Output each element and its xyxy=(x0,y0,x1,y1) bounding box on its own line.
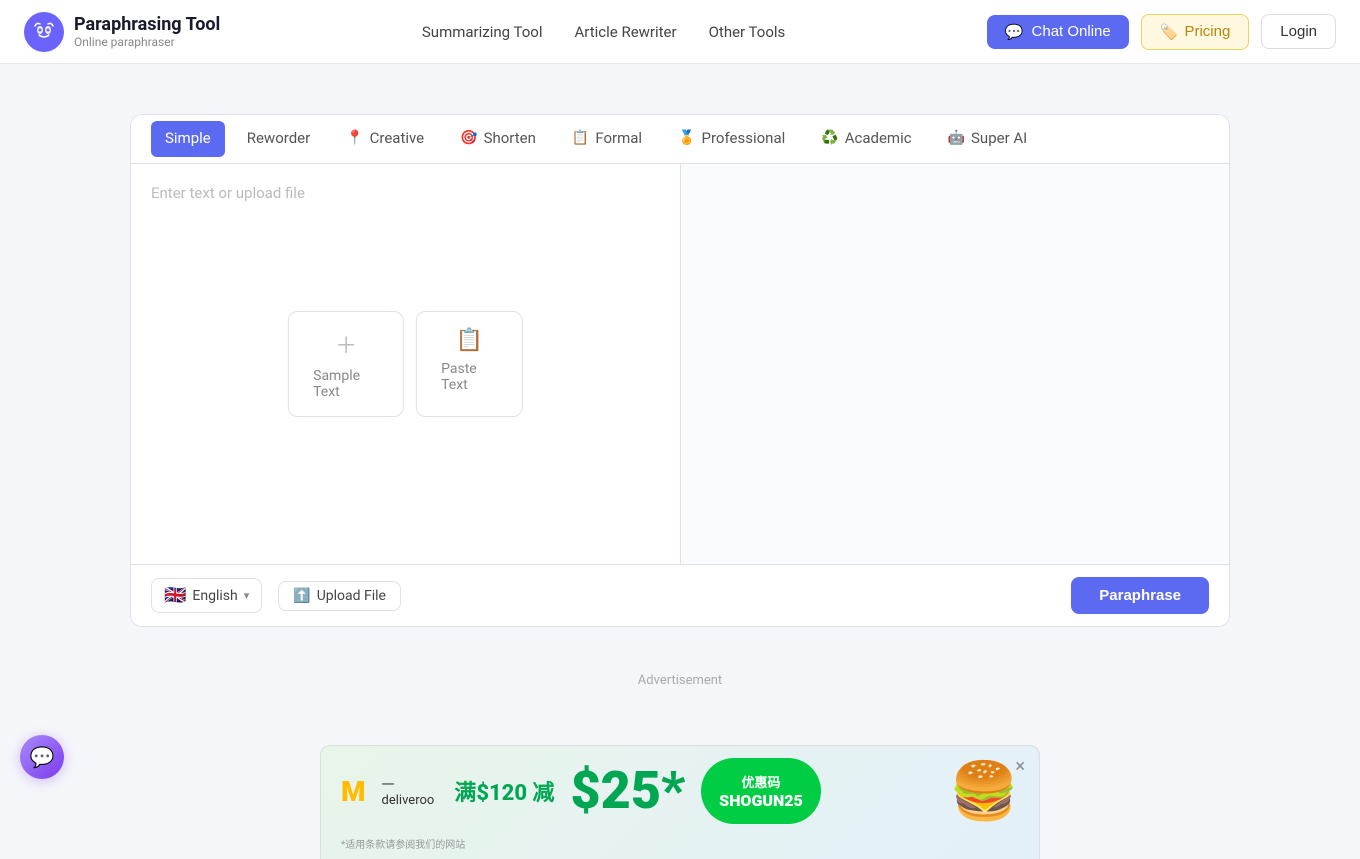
ad-badge-code: SHOGUN25 xyxy=(719,791,803,810)
ad-amount: $25* xyxy=(571,765,686,817)
tab-reworder[interactable]: Reworder xyxy=(229,115,328,163)
tab-professional[interactable]: 🏅 Professional xyxy=(660,115,803,163)
main-nav: Summarizing Tool Article Rewriter Other … xyxy=(422,23,785,41)
tab-shorten[interactable]: 🎯 Shorten xyxy=(442,115,554,163)
bottom-ad-inner: M 一deliveroo 满$120 减 $25* 优惠码 SHOGUN25 🍔 xyxy=(321,746,1039,836)
ad-deliveroo-logo: 一deliveroo xyxy=(382,774,435,808)
nav-article-rewriter[interactable]: Article Rewriter xyxy=(574,23,676,41)
chevron-down-icon: ▾ xyxy=(244,589,250,602)
paste-text-label: Paste Text xyxy=(441,361,497,393)
editor-bottom: 🇬🇧 English ▾ ⬆️ Upload File Paraphrase xyxy=(131,564,1229,626)
nav-summarizing-tool[interactable]: Summarizing Tool xyxy=(422,23,543,41)
upload-file-button[interactable]: ⬆️ Upload File xyxy=(278,581,401,611)
bottom-ad-banner: × M 一deliveroo 满$120 减 $25* 优惠码 SHOGUN25… xyxy=(320,745,1040,859)
plus-icon: ＋ xyxy=(335,328,357,360)
editor-area: ＋ Sample Text 📋 Paste Text xyxy=(131,164,1229,564)
language-selector[interactable]: 🇬🇧 English ▾ xyxy=(151,578,262,613)
header: Paraphrasing Tool Online paraphraser Sum… xyxy=(0,0,1360,64)
chat-icon: 💬 xyxy=(1005,23,1024,41)
logo-area: Paraphrasing Tool Online paraphraser xyxy=(24,12,220,52)
tab-creative[interactable]: 📍 Creative xyxy=(328,115,442,163)
flag-icon: 🇬🇧 xyxy=(164,585,186,606)
login-button[interactable]: Login xyxy=(1261,14,1336,49)
shorten-icon: 🎯 xyxy=(460,130,477,146)
header-actions: 💬 Chat Online 🏷️ Pricing Login xyxy=(987,14,1336,50)
logo-subtitle: Online paraphraser xyxy=(74,35,220,49)
logo-text: Paraphrasing Tool Online paraphraser xyxy=(74,14,220,49)
pricing-button[interactable]: 🏷️ Pricing xyxy=(1141,14,1250,50)
tab-simple[interactable]: Simple xyxy=(151,121,225,157)
upload-icon: ⬆️ xyxy=(293,588,310,604)
ad-badge-line1: 优惠码 xyxy=(741,772,780,791)
tab-reworder-label: Reworder xyxy=(247,129,310,147)
chat-bubble-icon: 💬 xyxy=(30,745,55,769)
pricing-label: Pricing xyxy=(1184,23,1230,40)
tab-simple-label: Simple xyxy=(165,129,211,147)
ad-text: Advertisement xyxy=(638,673,722,688)
tab-professional-label: Professional xyxy=(702,129,786,147)
advertisement-label: Advertisement xyxy=(130,657,1230,704)
sample-text-label: Sample Text xyxy=(313,368,379,400)
chat-online-button[interactable]: 💬 Chat Online xyxy=(987,15,1129,49)
main-container: Simple Reworder 📍 Creative 🎯 Shorten 📋 F… xyxy=(130,114,1230,627)
tab-super-ai-label: Super AI xyxy=(971,129,1027,147)
ad-disclaimer-text: *适用条款请参阅我们的网站 xyxy=(341,840,465,851)
tab-academic-label: Academic xyxy=(845,129,912,147)
logo-icon xyxy=(24,12,64,52)
pricing-icon: 🏷️ xyxy=(1160,23,1179,41)
upload-label: Upload File xyxy=(317,588,386,604)
clipboard-icon: 📋 xyxy=(456,328,483,353)
sample-text-button[interactable]: ＋ Sample Text xyxy=(288,311,404,417)
editor-right xyxy=(681,164,1230,564)
tab-super-ai[interactable]: 🤖 Super AI xyxy=(930,115,1046,163)
logo-title: Paraphrasing Tool xyxy=(74,14,220,35)
super-ai-icon: 🤖 xyxy=(948,130,965,146)
tab-creative-label: Creative xyxy=(370,129,425,147)
quick-actions: ＋ Sample Text 📋 Paste Text xyxy=(268,301,542,427)
ad-badge: 优惠码 SHOGUN25 xyxy=(701,758,821,824)
academic-icon: ♻️ xyxy=(821,130,838,146)
professional-icon: 🏅 xyxy=(678,130,695,146)
tab-formal[interactable]: 📋 Formal xyxy=(554,115,660,163)
main-wrapper: Simple Reworder 📍 Creative 🎯 Shorten 📋 F… xyxy=(0,64,1360,724)
language-label: English xyxy=(192,588,237,604)
tabs-bar: Simple Reworder 📍 Creative 🎯 Shorten 📋 F… xyxy=(131,115,1229,164)
chat-bubble-button[interactable]: 💬 xyxy=(20,735,64,779)
paste-text-button[interactable]: 📋 Paste Text xyxy=(416,311,522,417)
ad-mcd-logo: M xyxy=(341,775,366,808)
editor-left: ＋ Sample Text 📋 Paste Text xyxy=(131,164,681,564)
creative-icon: 📍 xyxy=(346,130,363,146)
tab-formal-label: Formal xyxy=(595,129,642,147)
formal-icon: 📋 xyxy=(572,130,589,146)
nav-other-tools[interactable]: Other Tools xyxy=(709,23,786,41)
paraphrase-button[interactable]: Paraphrase xyxy=(1071,577,1209,614)
bottom-left: 🇬🇧 English ▾ ⬆️ Upload File xyxy=(151,578,401,613)
ad-prefix-text: 满$120 减 xyxy=(454,775,554,807)
close-ad-button[interactable]: × xyxy=(1015,756,1025,777)
tab-shorten-label: Shorten xyxy=(484,129,536,147)
chat-online-label: Chat Online xyxy=(1032,23,1111,40)
ad-disclaimer: *适用条款请参阅我们的网站 xyxy=(321,836,1039,859)
tab-academic[interactable]: ♻️ Academic xyxy=(803,115,929,163)
ad-burger-icon: 🍔 xyxy=(949,758,1019,824)
